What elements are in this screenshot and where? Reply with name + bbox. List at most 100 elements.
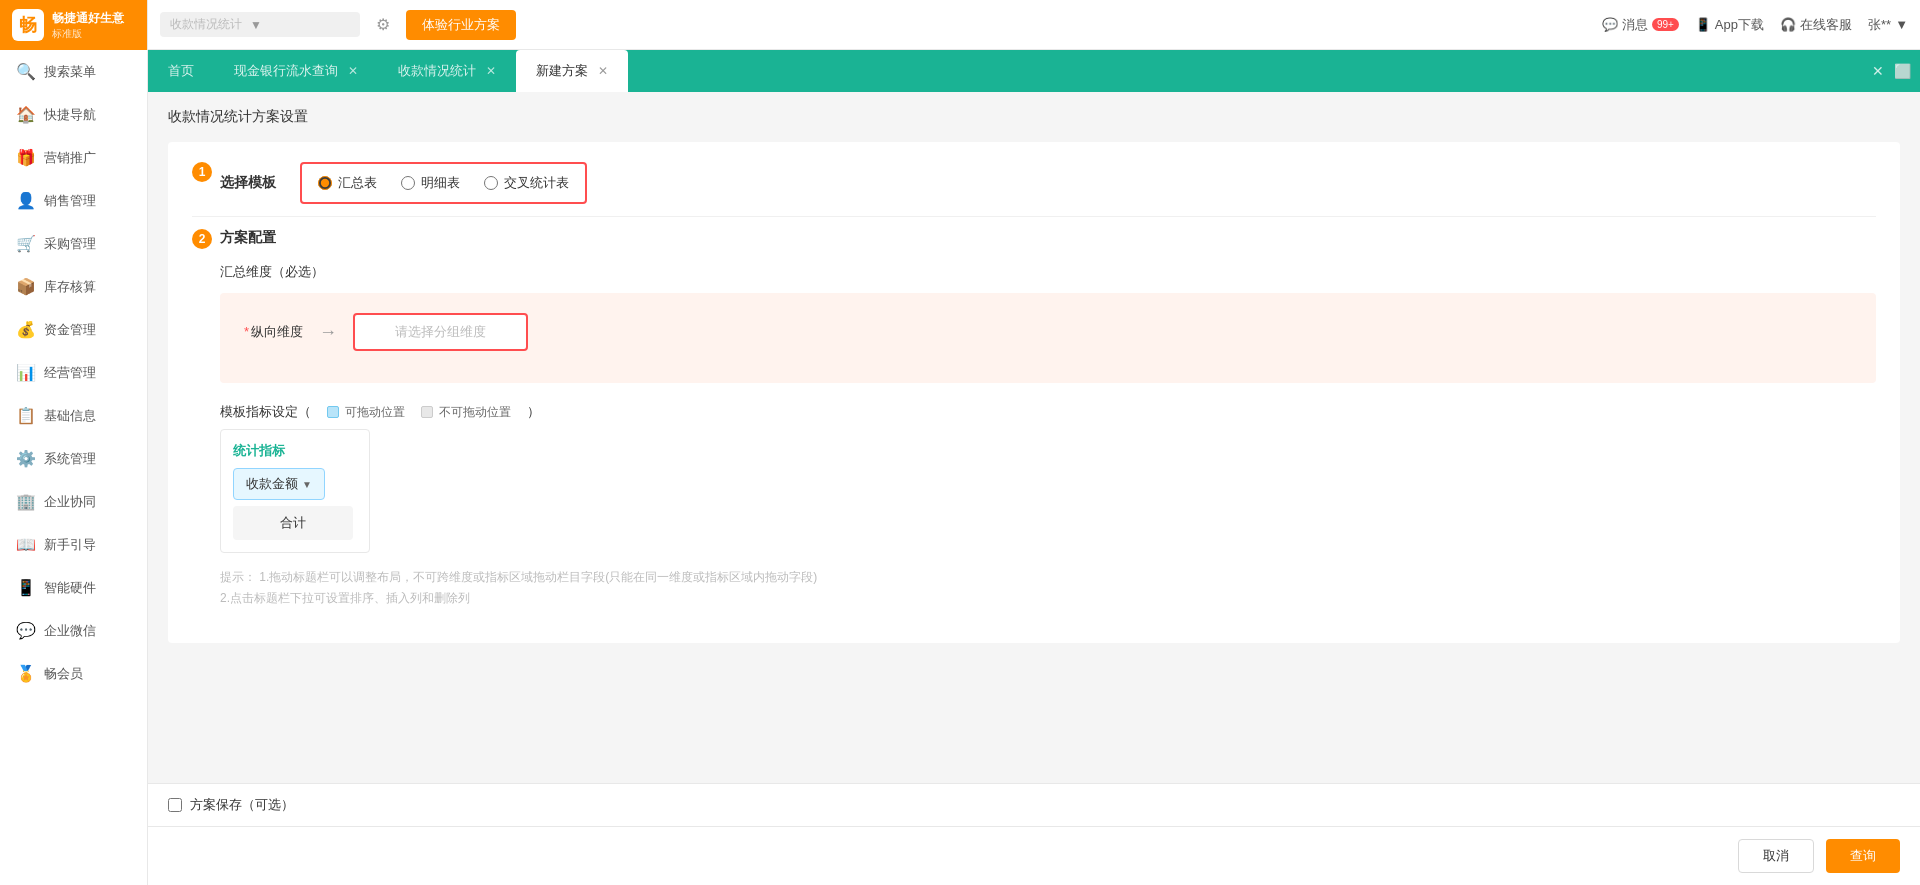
member-icon: 🏅	[16, 664, 36, 683]
close-window-icon[interactable]: ✕	[1868, 61, 1888, 81]
section2-title: 方案配置	[220, 229, 276, 245]
message-btn[interactable]: 💬 消息 99+	[1602, 16, 1679, 34]
query-button[interactable]: 查询	[1826, 839, 1900, 873]
quick-nav-label: 快捷导航	[44, 106, 96, 124]
tab-0[interactable]: 首页	[148, 50, 214, 92]
tabs-bar: 首页现金银行流水查询✕收款情况统计✕新建方案✕ ✕ ⬜	[148, 50, 1920, 92]
sidebar-item-purchase[interactable]: 🛒 采购管理	[0, 222, 147, 265]
radio-input-cross[interactable]	[484, 176, 498, 190]
arrow-icon: →	[319, 322, 337, 343]
app-icon: 📱	[1695, 17, 1711, 32]
sidebar-item-search-menu[interactable]: 🔍 搜索菜单	[0, 50, 147, 93]
metrics-section-label: 统计指标	[233, 442, 357, 460]
logo-icon: 畅	[12, 9, 44, 41]
metrics-table: 统计指标 收款金额 ▼ 合计	[220, 429, 370, 553]
sidebar-item-smart-hw[interactable]: 📱 智能硬件	[0, 566, 147, 609]
sidebar-item-enterprise[interactable]: 🏢 企业协同	[0, 480, 147, 523]
wechat-icon: 💬	[16, 621, 36, 640]
tab-close-3[interactable]: ✕	[598, 64, 608, 78]
tab-3[interactable]: 新建方案✕	[516, 50, 628, 92]
tab-label-1: 现金银行流水查询	[234, 62, 338, 80]
tab-2[interactable]: 收款情况统计✕	[378, 50, 516, 92]
metrics-total-label: 合计	[280, 514, 306, 532]
main-card: 1 选择模板 汇总表 明细表 交叉统计表	[168, 142, 1900, 643]
sales-label: 销售管理	[44, 192, 96, 210]
page-title: 收款情况统计方案设置	[168, 108, 1900, 126]
movable-legend: 可拖动位置	[327, 404, 405, 421]
system-icon: ⚙️	[16, 449, 36, 468]
purchase-label: 采购管理	[44, 235, 96, 253]
finance-icon: 💰	[16, 320, 36, 339]
save-label: 方案保存（可选）	[190, 796, 294, 814]
online-service-label: 在线客服	[1800, 16, 1852, 34]
hint-0: 提示： 1.拖动标题栏可以调整布局，不可跨维度或指标区域拖动栏目字段(只能在同一…	[220, 569, 1876, 586]
metrics-tag-label: 收款金额	[246, 475, 298, 493]
sidebar-item-wechat[interactable]: 💬 企业微信	[0, 609, 147, 652]
metrics-section: 模板指标设定（ 可拖动位置 不可拖动位置 ）	[220, 403, 1876, 607]
metrics-tag[interactable]: 收款金额 ▼	[233, 468, 325, 500]
footer-save: 方案保存（可选）	[148, 783, 1920, 826]
finance-label: 资金管理	[44, 321, 96, 339]
fixed-dot	[421, 406, 433, 418]
wechat-label: 企业微信	[44, 622, 96, 640]
quick-nav-icon: 🏠	[16, 105, 36, 124]
metrics-tag-row: 收款金额 ▼	[233, 468, 357, 500]
radio-option-cross[interactable]: 交叉统计表	[484, 174, 569, 192]
tab-label-0: 首页	[168, 62, 194, 80]
sidebar-item-marketing[interactable]: 🎁 营销推广	[0, 136, 147, 179]
online-service-btn[interactable]: 🎧 在线客服	[1780, 16, 1852, 34]
topbar: 收款情况统计 ▼ ⚙ 体验行业方案 💬 消息 99+ 📱 App下载 🎧 在线客…	[148, 0, 1920, 50]
search-menu-icon: 🔍	[16, 62, 36, 81]
dimension-area: 纵向维度 → 请选择分组维度	[220, 293, 1876, 383]
topbar-breadcrumb: 收款情况统计 ▼	[160, 12, 360, 37]
search-menu-label: 搜索菜单	[44, 63, 96, 81]
hint-area: 提示： 1.拖动标题栏可以调整布局，不可跨维度或指标区域拖动栏目字段(只能在同一…	[220, 569, 1876, 607]
message-icon: 💬	[1602, 17, 1618, 32]
radio-option-summary[interactable]: 汇总表	[318, 174, 377, 192]
dimension-select[interactable]: 请选择分组维度	[353, 313, 528, 351]
radio-input-summary[interactable]	[318, 176, 332, 190]
topbar-right: 💬 消息 99+ 📱 App下载 🎧 在线客服 张** ▼	[1602, 16, 1908, 34]
breadcrumb-arrow: ▼	[250, 18, 262, 32]
sidebar-item-quick-nav[interactable]: 🏠 快捷导航	[0, 93, 147, 136]
tab-1[interactable]: 现金银行流水查询 ✕	[214, 50, 378, 92]
dropdown-arrow-icon: ▼	[302, 479, 312, 490]
sidebar-item-basic-info[interactable]: 📋 基础信息	[0, 394, 147, 437]
user-arrow-icon: ▼	[1895, 17, 1908, 32]
dimension-config: 汇总维度（必选） 纵向维度 → 请选择分组维度	[220, 263, 1876, 607]
sales-icon: 👤	[16, 191, 36, 210]
logo: 畅 畅捷通好生意 标准版	[0, 0, 147, 50]
bottom-bar: 取消 查询	[148, 826, 1920, 885]
gear-icon[interactable]: ⚙	[376, 15, 390, 34]
message-label: 消息	[1622, 16, 1648, 34]
sidebar-item-system[interactable]: ⚙️ 系统管理	[0, 437, 147, 480]
user-menu[interactable]: 张** ▼	[1868, 16, 1908, 34]
tab-close-2[interactable]: ✕	[486, 64, 496, 78]
radio-input-detail[interactable]	[401, 176, 415, 190]
operations-label: 经营管理	[44, 364, 96, 382]
save-checkbox[interactable]	[168, 798, 182, 812]
member-label: 畅会员	[44, 665, 83, 683]
basic-info-icon: 📋	[16, 406, 36, 425]
sidebar-item-sales[interactable]: 👤 销售管理	[0, 179, 147, 222]
sidebar-item-inventory[interactable]: 📦 库存核算	[0, 265, 147, 308]
hint-1: 2.点击标题栏下拉可设置排序、插入列和删除列	[220, 590, 1876, 607]
sidebar-item-member[interactable]: 🏅 畅会员	[0, 652, 147, 695]
maximize-window-icon[interactable]: ⬜	[1892, 61, 1912, 81]
app-download-btn[interactable]: 📱 App下载	[1695, 16, 1764, 34]
sidebar: 畅 畅捷通好生意 标准版 🔍 搜索菜单 🏠 快捷导航 🎁 营销推广 👤 销售管理…	[0, 0, 148, 885]
industry-btn[interactable]: 体验行业方案	[406, 10, 516, 40]
radio-option-detail[interactable]: 明细表	[401, 174, 460, 192]
guide-icon: 📖	[16, 535, 36, 554]
sidebar-item-guide[interactable]: 📖 新手引导	[0, 523, 147, 566]
section1-content: 选择模板 汇总表 明细表 交叉统计表	[220, 162, 1876, 204]
cancel-button[interactable]: 取消	[1738, 839, 1814, 873]
sidebar-item-finance[interactable]: 💰 资金管理	[0, 308, 147, 351]
sidebar-item-operations[interactable]: 📊 经营管理	[0, 351, 147, 394]
divider	[192, 216, 1876, 217]
vertical-label: 纵向维度	[244, 323, 303, 341]
breadcrumb-text: 收款情况统计	[170, 16, 242, 33]
message-badge: 99+	[1652, 18, 1679, 31]
tab-close-1[interactable]: ✕	[348, 64, 358, 78]
section1-num: 1	[192, 162, 212, 182]
